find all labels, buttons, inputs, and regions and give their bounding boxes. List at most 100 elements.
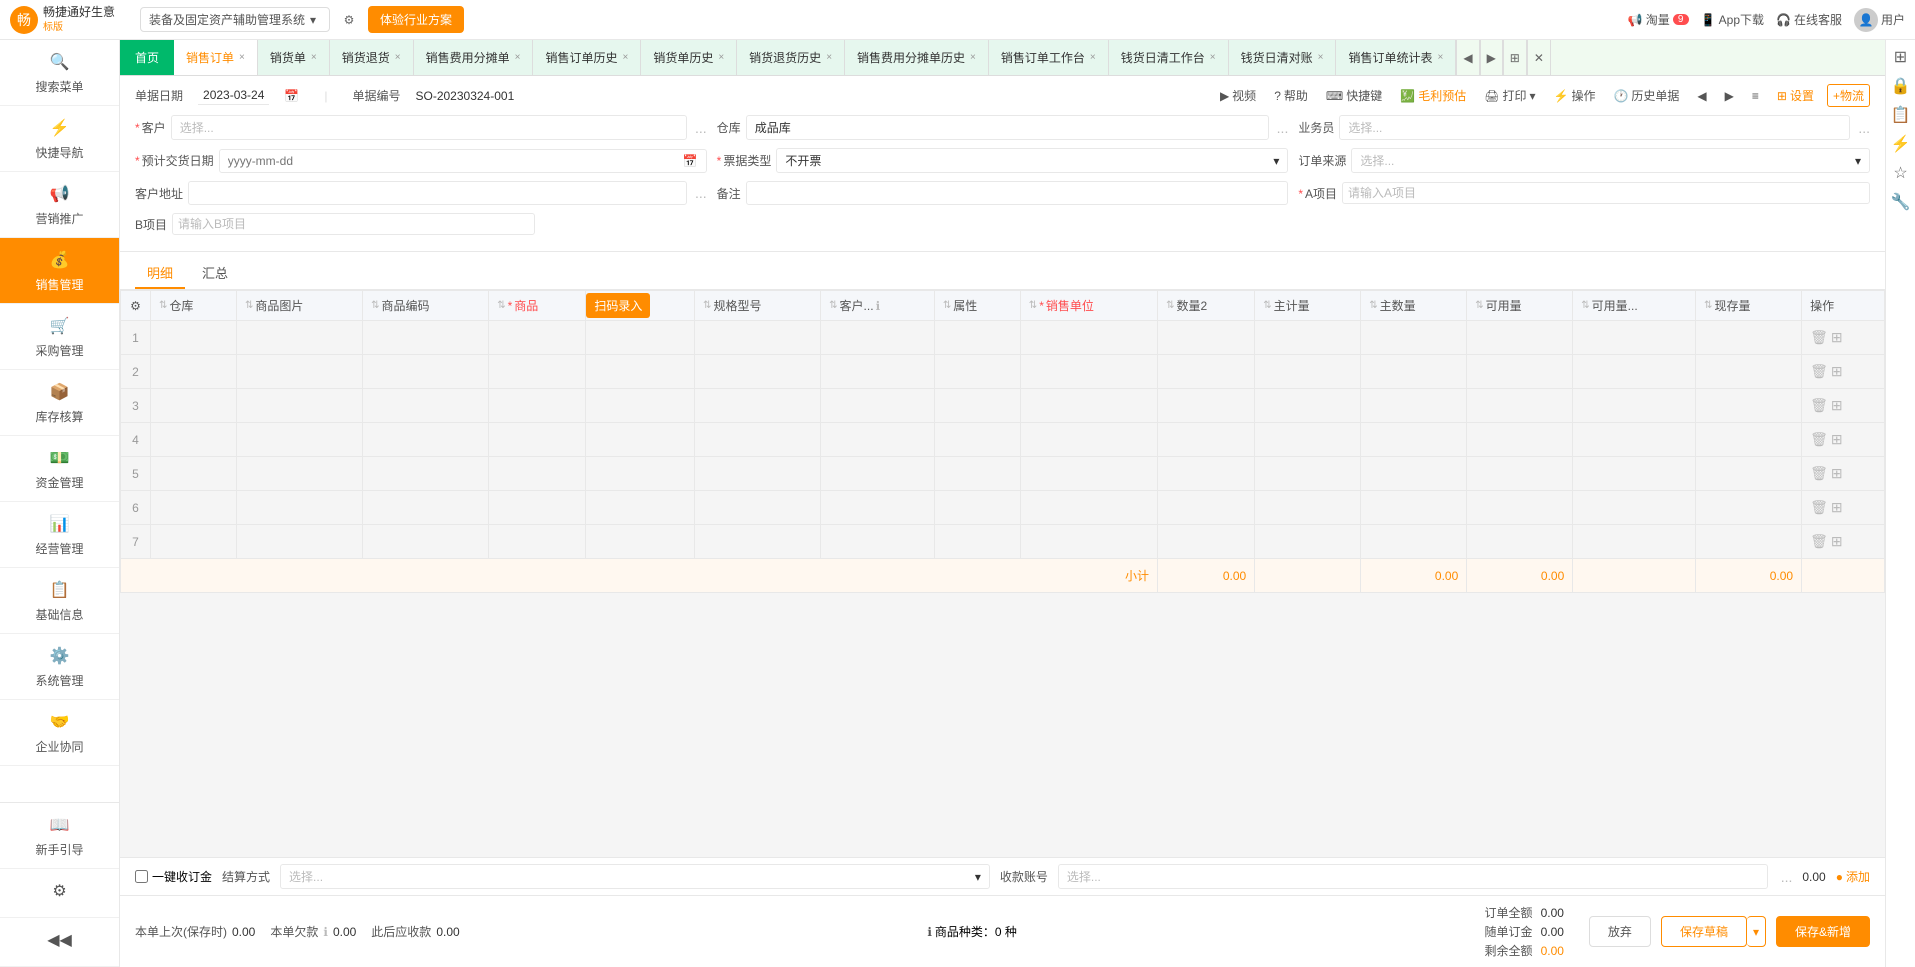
tab-close-icon[interactable]: ×	[718, 52, 724, 63]
online-service-item[interactable]: 🎧 在线客服	[1776, 11, 1842, 28]
notification-item[interactable]: 📢 淘量 9	[1628, 11, 1689, 28]
delete-row-icon[interactable]: 🗑	[1810, 465, 1828, 482]
sidebar-settings-btn[interactable]: ⚙	[0, 869, 119, 918]
sidebar-item-inventory[interactable]: 📦 库存核算	[0, 370, 119, 436]
system-selector[interactable]: 装备及固定资产辅助管理系统 ▾	[140, 7, 330, 32]
tab-home[interactable]: 首页	[120, 40, 174, 76]
delete-row-icon[interactable]: 🗑	[1810, 499, 1828, 516]
sidebar-item-purchase[interactable]: 🛒 采购管理	[0, 304, 119, 370]
tab-sales-order[interactable]: 销售订单 ×	[174, 40, 258, 76]
scan-btn[interactable]: 扫码录入	[586, 293, 650, 318]
user-item[interactable]: 👤 用户	[1854, 8, 1905, 32]
sidebar-item-basic-info[interactable]: 📋 基础信息	[0, 568, 119, 634]
row-unit-1[interactable]	[1020, 321, 1157, 355]
right-panel-icon-6[interactable]: 🔧	[1889, 190, 1913, 214]
copy-row-icon[interactable]: ⊞	[1831, 499, 1843, 516]
right-panel-icon-3[interactable]: 📋	[1889, 103, 1913, 127]
th-customer-code[interactable]: ⇅客户...ℹ	[821, 291, 935, 321]
th-available2[interactable]: ⇅可用量...	[1573, 291, 1696, 321]
th-warehouse[interactable]: ⇅仓库	[151, 291, 237, 321]
tab-close-icon[interactable]: ×	[311, 52, 317, 63]
warehouse-more-btn[interactable]: ...	[1277, 120, 1289, 136]
add-payment-btn[interactable]: ● 添加	[1836, 868, 1870, 885]
add-material-btn[interactable]: +物流	[1827, 84, 1870, 107]
profit-btn[interactable]: 💹 毛利预估	[1395, 85, 1471, 106]
tab-detail[interactable]: 明细	[135, 258, 185, 289]
th-spec[interactable]: ⇅规格型号	[695, 291, 821, 321]
settings-btn[interactable]: ⊞ 设置	[1772, 85, 1819, 106]
th-attribute[interactable]: ⇅属性	[934, 291, 1020, 321]
tab-summary[interactable]: 汇总	[190, 258, 240, 289]
delivery-date-input[interactable]: 📅	[219, 149, 707, 173]
row-scan-1[interactable]	[586, 321, 695, 355]
address-input[interactable]	[188, 181, 687, 205]
tab-sales-order-history[interactable]: 销售订单历史 ×	[533, 40, 641, 76]
customer-more-btn[interactable]: ...	[695, 120, 707, 136]
sidebar-item-nav[interactable]: ⚡ 快捷导航	[0, 106, 119, 172]
save-draft-arrow-btn[interactable]: ▾	[1747, 916, 1766, 947]
sidebar-item-finance[interactable]: 💵 资金管理	[0, 436, 119, 502]
row-main-unit-1[interactable]	[1255, 321, 1361, 355]
warehouse-input[interactable]: 成品库	[746, 115, 1269, 140]
staff-input[interactable]: 选择...	[1339, 115, 1850, 140]
copy-row-icon[interactable]: ⊞	[1831, 329, 1843, 346]
customer-input[interactable]: 选择...	[171, 115, 687, 140]
row-warehouse-1[interactable]	[151, 321, 237, 355]
copy-row-icon[interactable]: ⊞	[1831, 533, 1843, 550]
sidebar-item-guide[interactable]: 📖 新手引导	[0, 803, 119, 869]
help-btn[interactable]: ? 帮助	[1269, 85, 1313, 106]
next-record-btn[interactable]: ▶	[1720, 87, 1739, 105]
note-input[interactable]	[746, 181, 1289, 205]
one-click-checkbox[interactable]: 一键收订金	[135, 868, 212, 885]
delete-row-icon[interactable]: 🗑	[1810, 363, 1828, 380]
history-btn[interactable]: 🕐 历史单据	[1608, 85, 1684, 106]
th-product[interactable]: ⇅*商品	[489, 291, 586, 321]
a-project-input[interactable]	[1342, 182, 1870, 204]
delete-row-icon[interactable]: 🗑	[1810, 397, 1828, 414]
th-available[interactable]: ⇅可用量	[1467, 291, 1573, 321]
tab-sales-return[interactable]: 销货退货 ×	[330, 40, 414, 76]
copy-row-icon[interactable]: ⊞	[1831, 397, 1843, 414]
row-available-1[interactable]	[1467, 321, 1573, 355]
row-product-1[interactable]	[489, 321, 586, 355]
tab-cashflow-workbench[interactable]: 钱货日清工作台 ×	[1109, 40, 1229, 76]
staff-more-btn[interactable]: ...	[1858, 120, 1870, 136]
th-current-stock[interactable]: ⇅现存量	[1696, 291, 1802, 321]
th-product-code[interactable]: ⇅商品编码	[363, 291, 489, 321]
row-qty2-1[interactable]	[1158, 321, 1255, 355]
tab-cashflow-reconcile[interactable]: 钱货日清对账 ×	[1229, 40, 1337, 76]
row-customer-code-1[interactable]	[821, 321, 935, 355]
tab-close-icon[interactable]: ×	[1090, 52, 1096, 63]
industry-btn[interactable]: 体验行业方案	[368, 6, 464, 33]
row-image-1[interactable]	[236, 321, 362, 355]
th-settings[interactable]: ⚙	[121, 291, 151, 321]
tab-close-icon[interactable]: ×	[622, 52, 628, 63]
tab-close-icon[interactable]: ×	[1318, 52, 1324, 63]
ticket-type-select[interactable]: 不开票 ▾	[776, 148, 1288, 173]
delete-row-icon[interactable]: 🗑	[1810, 329, 1828, 346]
right-panel-icon-2[interactable]: 🔒	[1889, 74, 1913, 98]
sidebar-item-sales[interactable]: 💰 销售管理	[0, 238, 119, 304]
settlement-select[interactable]: 选择... ▾	[280, 864, 990, 889]
tab-close-all-btn[interactable]: ✕	[1527, 40, 1551, 76]
app-download-item[interactable]: 📱 App下载	[1701, 11, 1764, 28]
row-attribute-1[interactable]	[934, 321, 1020, 355]
tab-order-workbench[interactable]: 销售订单工作台 ×	[989, 40, 1109, 76]
sidebar-item-search[interactable]: 🔍 搜索菜单	[0, 40, 119, 106]
sidebar-item-enterprise[interactable]: 🤝 企业协同	[0, 700, 119, 766]
tab-prev-btn[interactable]: ◀	[1456, 40, 1479, 76]
discard-btn[interactable]: 放弃	[1589, 916, 1651, 947]
th-main-qty[interactable]: ⇅主数量	[1361, 291, 1467, 321]
copy-row-icon[interactable]: ⊞	[1831, 363, 1843, 380]
right-panel-icon-4[interactable]: ⚡	[1889, 132, 1913, 156]
sidebar-collapse-btn[interactable]: ◀◀	[0, 918, 119, 967]
account-more-btn[interactable]: ...	[1781, 869, 1793, 885]
tab-expense-history[interactable]: 销售费用分摊单历史 ×	[845, 40, 989, 76]
sidebar-item-operations[interactable]: 📊 经营管理	[0, 502, 119, 568]
tab-close-icon[interactable]: ×	[1437, 52, 1443, 63]
tab-invoice-history[interactable]: 销货单历史 ×	[641, 40, 737, 76]
gear-button[interactable]: ⚙	[335, 6, 363, 34]
delete-row-icon[interactable]: 🗑	[1810, 431, 1828, 448]
shortcut-btn[interactable]: ⌨ 快捷键	[1321, 85, 1387, 106]
row-spec-1[interactable]	[695, 321, 821, 355]
